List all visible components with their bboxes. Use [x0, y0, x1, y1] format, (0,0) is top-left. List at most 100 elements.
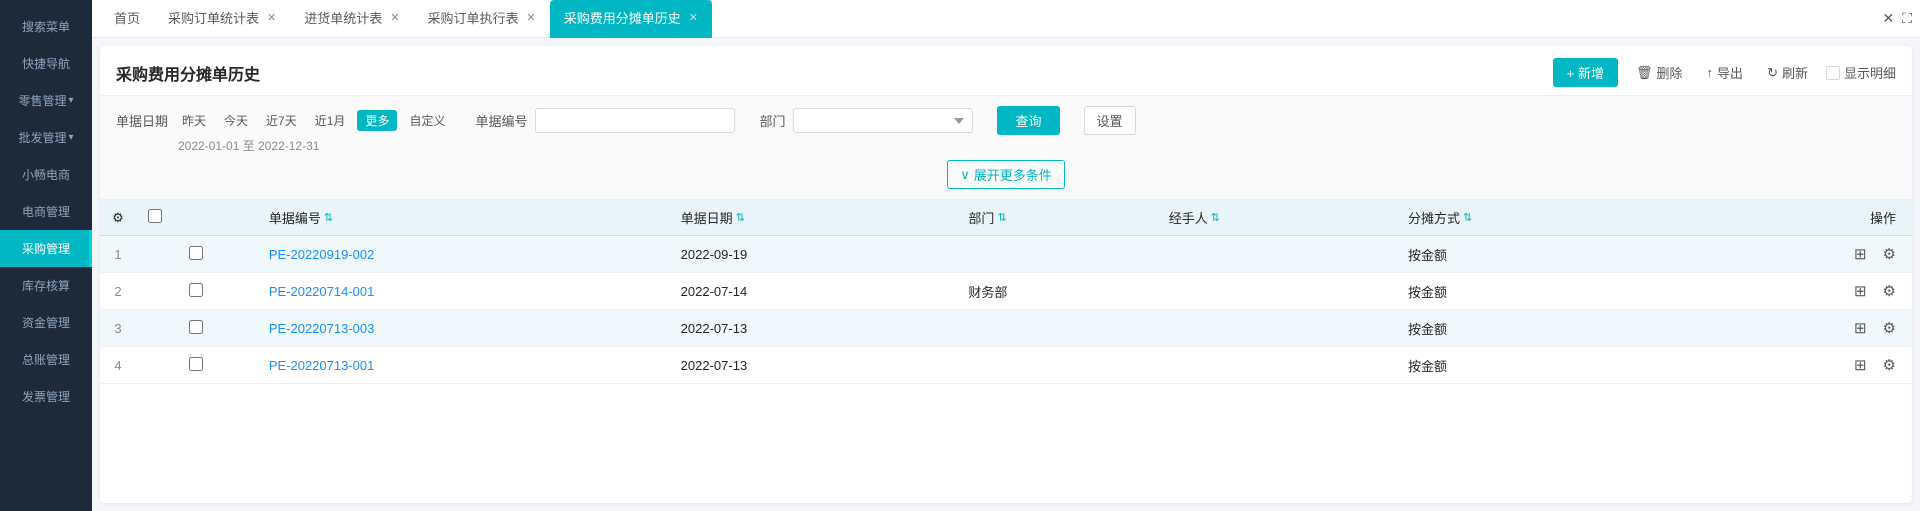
tab-close-purchase-order-exec[interactable]: ✕ [527, 11, 536, 24]
expand-more-btn[interactable]: ∨ 展开更多条件 [947, 160, 1065, 189]
table-body: 1 PE-20220919-002 2022-09-19 按金额 ⊞ ⚙ 2 P… [100, 236, 1912, 384]
row-more-button[interactable]: ⚙ [1879, 280, 1900, 302]
sidebar-item-purchase[interactable]: 采购管理 [0, 230, 92, 267]
row-edit-button[interactable]: ⊞ [1850, 280, 1871, 302]
tab-bar: 首页 采购订单统计表 ✕ 进货单统计表 ✕ 采购订单执行表 ✕ 采购费用分摊单历… [92, 0, 1920, 38]
order-no-link[interactable]: PE-20220919-002 [269, 247, 375, 262]
date-btn-more[interactable]: 更多 [357, 110, 397, 131]
row-handler [1157, 236, 1396, 273]
order-num-label: 单据编号 [475, 111, 527, 130]
tab-home[interactable]: 首页 [100, 0, 154, 38]
query-button[interactable]: 查询 [997, 106, 1059, 135]
sidebar-item-wholesale[interactable]: 批发管理 ▾ [0, 119, 92, 156]
search-row: 单据日期 昨天 今天 近7天 近1月 更多 自定义 单据编号 [116, 106, 1896, 135]
row-order-no: PE-20220714-001 [257, 273, 669, 310]
row-more-button[interactable]: ⚙ [1879, 243, 1900, 265]
date-btn-7days[interactable]: 近7天 [260, 110, 303, 131]
table-row: 2 PE-20220714-001 2022-07-14 财务部 按金额 ⊞ ⚙ [100, 273, 1912, 310]
order-no-link[interactable]: PE-20220713-001 [269, 358, 375, 373]
row-select-checkbox[interactable] [189, 320, 203, 334]
sidebar-item-inventory[interactable]: 库存核算 [0, 267, 92, 304]
row-checkbox [136, 236, 257, 273]
tab-purchase-order-stat[interactable]: 采购订单统计表 ✕ [154, 0, 290, 38]
sidebar-item-retail[interactable]: 零售管理 ▾ [0, 82, 92, 119]
col-handler: 经手人 ⇅ [1157, 200, 1396, 236]
col-checkbox [136, 200, 257, 236]
select-all-checkbox[interactable] [148, 209, 162, 223]
row-num: 4 [100, 347, 136, 384]
row-edit-button[interactable]: ⊞ [1850, 354, 1871, 376]
tab-close-purchase-cost-history[interactable]: ✕ [689, 11, 698, 24]
row-split-method: 按金额 [1396, 273, 1677, 310]
tab-purchase-order-exec[interactable]: 采购订单执行表 ✕ [413, 0, 549, 38]
sidebar-item-finance[interactable]: 资金管理 [0, 304, 92, 341]
sidebar-item-ecommerce[interactable]: 电商管理 [0, 193, 92, 230]
refresh-button[interactable]: ↻ 刷新 [1761, 59, 1814, 86]
dept-label: 部门 [759, 111, 785, 130]
row-order-no: PE-20220713-001 [257, 347, 669, 384]
sort-icon: ⇅ [1211, 211, 1220, 224]
chevron-down-icon: ▾ [68, 132, 73, 143]
row-date: 2022-07-13 [669, 310, 957, 347]
row-split-method: 按金额 [1396, 236, 1677, 273]
row-edit-button[interactable]: ⊞ [1850, 243, 1871, 265]
date-btn-1month[interactable]: 近1月 [309, 110, 352, 131]
row-checkbox [136, 273, 257, 310]
sidebar-item-mobile[interactable]: 小畅电商 [0, 156, 92, 193]
tab-close-purchase-order-stat[interactable]: ✕ [267, 11, 276, 24]
display-detail-checkbox[interactable] [1826, 66, 1840, 80]
row-split-method: 按金额 [1396, 310, 1677, 347]
row-more-button[interactable]: ⚙ [1879, 317, 1900, 339]
tab-close-inbound-stat[interactable]: ✕ [390, 11, 399, 24]
col-date: 单据日期 ⇅ [669, 200, 957, 236]
tab-inbound-stat[interactable]: 进货单统计表 ✕ [290, 0, 413, 38]
date-label: 单据日期 [116, 111, 168, 130]
sidebar-item-quick[interactable]: 快捷导航 [0, 45, 92, 82]
row-num: 2 [100, 273, 136, 310]
sidebar-item-invoice[interactable]: 发票管理 [0, 378, 92, 415]
row-select-checkbox[interactable] [189, 283, 203, 297]
row-order-no: PE-20220713-003 [257, 310, 669, 347]
date-btn-yesterday[interactable]: 昨天 [176, 110, 212, 131]
row-date: 2022-07-13 [669, 347, 957, 384]
sidebar-item-ledger[interactable]: 总账管理 [0, 341, 92, 378]
table-header-row: ⚙ 单据编号 ⇅ 单据日期 ⇅ [100, 200, 1912, 236]
row-actions: ⊞ ⚙ [1677, 347, 1912, 384]
sort-icon: ⇅ [324, 211, 333, 224]
order-no-field: 单据编号 [475, 108, 735, 133]
dept-select[interactable]: 财务部 [793, 108, 973, 133]
sidebar-item-search[interactable]: 搜索菜单 [0, 8, 92, 45]
order-no-link[interactable]: PE-20220713-003 [269, 321, 375, 336]
date-btn-today[interactable]: 今天 [218, 110, 254, 131]
export-button[interactable]: ↑ 导出 [1701, 59, 1750, 86]
close-window-icon[interactable]: ✕ [1882, 10, 1894, 27]
order-no-link[interactable]: PE-20220714-001 [269, 284, 375, 299]
table-row: 3 PE-20220713-003 2022-07-13 按金额 ⊞ ⚙ [100, 310, 1912, 347]
row-num: 1 [100, 236, 136, 273]
order-num-input[interactable] [535, 108, 735, 133]
tab-purchase-cost-history[interactable]: 采购费用分摊单历史 ✕ [550, 0, 712, 38]
row-dept [956, 347, 1156, 384]
add-button[interactable]: + 新增 [1553, 58, 1618, 87]
row-date: 2022-09-19 [669, 236, 957, 273]
row-more-button[interactable]: ⚙ [1879, 354, 1900, 376]
setting-button[interactable]: 设置 [1084, 106, 1136, 135]
display-detail-toggle[interactable]: 显示明细 [1826, 63, 1896, 82]
col-split-method: 分摊方式 ⇅ [1396, 200, 1677, 236]
delete-button[interactable]: 🗑 删除 [1630, 59, 1689, 86]
maximize-window-icon[interactable]: ⛶ [1902, 10, 1912, 27]
sort-icon: ⇅ [1463, 211, 1472, 224]
col-actions: 操作 [1677, 200, 1912, 236]
search-area: 单据日期 昨天 今天 近7天 近1月 更多 自定义 单据编号 [100, 96, 1912, 200]
row-handler [1157, 347, 1396, 384]
row-select-checkbox[interactable] [189, 246, 203, 260]
row-select-checkbox[interactable] [189, 357, 203, 371]
col-settings[interactable]: ⚙ [100, 200, 136, 236]
row-actions: ⊞ ⚙ [1677, 310, 1912, 347]
row-dept: 财务部 [956, 273, 1156, 310]
header-actions: + 新增 🗑 删除 ↑ 导出 ↻ 刷新 显示明细 [1553, 58, 1896, 87]
row-dept [956, 310, 1156, 347]
sidebar: 搜索菜单 快捷导航 零售管理 ▾ 批发管理 ▾ 小畅电商 电商管理 采购管理 库… [0, 0, 92, 511]
date-btn-custom[interactable]: 自定义 [403, 110, 451, 131]
row-edit-button[interactable]: ⊞ [1850, 317, 1871, 339]
